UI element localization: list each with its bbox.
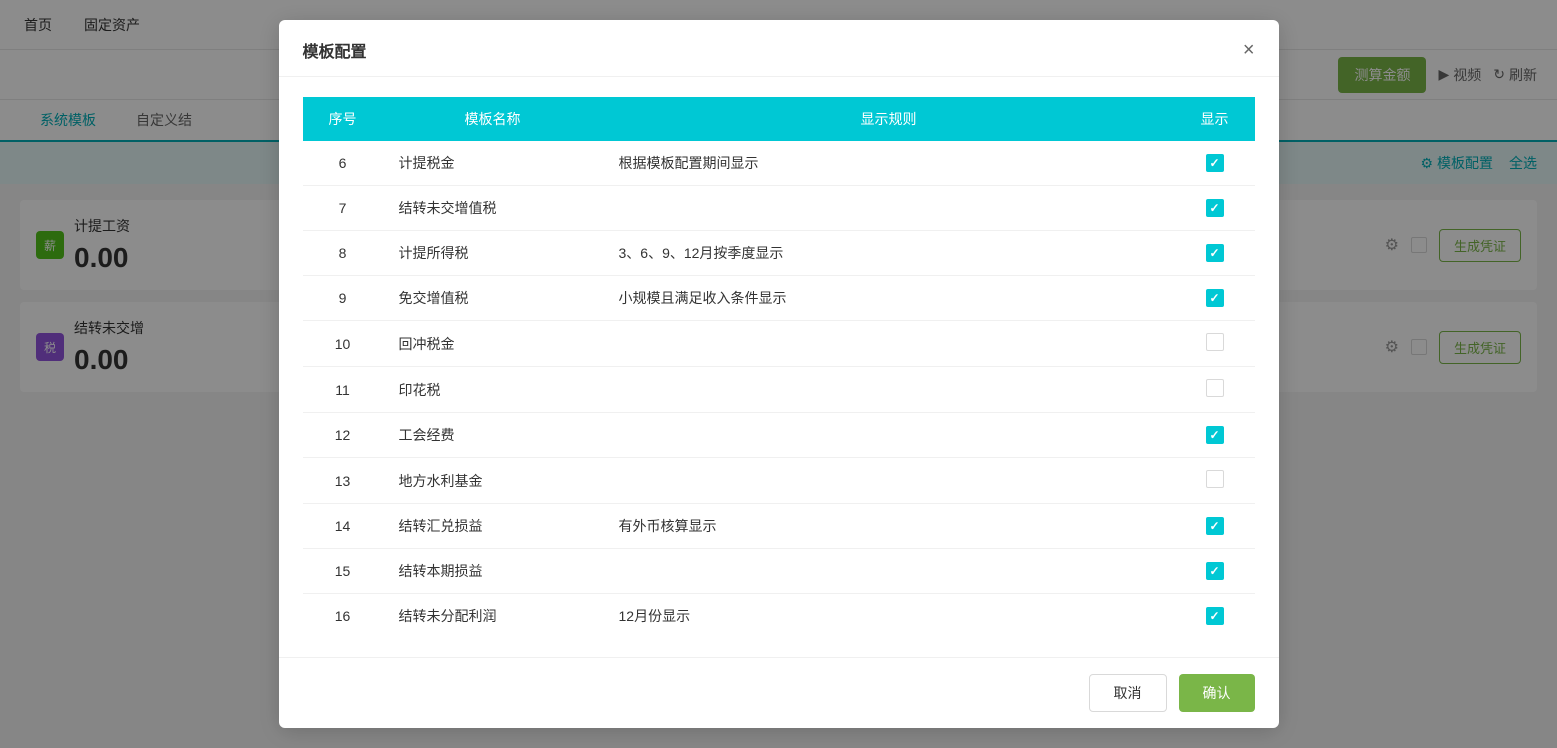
col-name: 模板名称 [383, 97, 603, 141]
table-row: 16结转未分配利润12月份显示 [303, 594, 1255, 639]
modal-overlay: 模板配置 × 序号 模板名称 显示规则 显示 6计提税金根据模板配置期间显示7结… [0, 0, 1557, 748]
cell-rule: 有外币核算显示 [603, 504, 1175, 549]
table-row: 11印花税 [303, 367, 1255, 413]
table-row: 14结转汇兑损益有外币核算显示 [303, 504, 1255, 549]
checkbox-row-10[interactable] [1206, 607, 1224, 625]
checkbox-row-5[interactable] [1206, 379, 1224, 397]
table-row: 9免交增值税小规模且满足收入条件显示 [303, 276, 1255, 321]
checkbox-row-6[interactable] [1206, 426, 1224, 444]
checkbox-row-2[interactable] [1206, 244, 1224, 262]
cell-seq: 16 [303, 594, 383, 639]
cell-rule: 3、6、9、12月按季度显示 [603, 231, 1175, 276]
cancel-button[interactable]: 取消 [1089, 674, 1167, 712]
col-seq: 序号 [303, 97, 383, 141]
modal-body: 序号 模板名称 显示规则 显示 6计提税金根据模板配置期间显示7结转未交增值税8… [279, 77, 1279, 657]
cell-seq: 9 [303, 276, 383, 321]
config-table: 序号 模板名称 显示规则 显示 6计提税金根据模板配置期间显示7结转未交增值税8… [303, 97, 1255, 638]
cell-name: 地方水利基金 [383, 458, 603, 504]
col-display: 显示 [1175, 97, 1255, 141]
cell-rule [603, 549, 1175, 594]
checkbox-row-9[interactable] [1206, 562, 1224, 580]
cell-name: 回冲税金 [383, 321, 603, 367]
cell-checkbox [1175, 367, 1255, 413]
col-rule: 显示规则 [603, 97, 1175, 141]
cell-checkbox [1175, 231, 1255, 276]
cell-rule [603, 413, 1175, 458]
modal-title: 模板配置 [303, 38, 367, 62]
cell-seq: 15 [303, 549, 383, 594]
cell-rule [603, 321, 1175, 367]
cell-seq: 13 [303, 458, 383, 504]
cell-seq: 6 [303, 141, 383, 186]
cell-name: 工会经费 [383, 413, 603, 458]
table-row: 13地方水利基金 [303, 458, 1255, 504]
modal-template-config: 模板配置 × 序号 模板名称 显示规则 显示 6计提税金根据模板配置期间显示7结… [279, 20, 1279, 728]
cell-checkbox [1175, 321, 1255, 367]
checkbox-row-4[interactable] [1206, 333, 1224, 351]
cell-seq: 14 [303, 504, 383, 549]
table-header: 序号 模板名称 显示规则 显示 [303, 97, 1255, 141]
table-row: 10回冲税金 [303, 321, 1255, 367]
cell-rule [603, 186, 1175, 231]
confirm-button[interactable]: 确认 [1179, 674, 1255, 712]
checkbox-row-8[interactable] [1206, 517, 1224, 535]
cell-seq: 8 [303, 231, 383, 276]
cell-checkbox [1175, 186, 1255, 231]
cell-name: 印花税 [383, 367, 603, 413]
cell-rule [603, 367, 1175, 413]
cell-name: 结转未分配利润 [383, 594, 603, 639]
cell-checkbox [1175, 594, 1255, 639]
cell-rule: 小规模且满足收入条件显示 [603, 276, 1175, 321]
cell-name: 结转汇兑损益 [383, 504, 603, 549]
cell-checkbox [1175, 504, 1255, 549]
table-row: 12工会经费 [303, 413, 1255, 458]
cell-checkbox [1175, 458, 1255, 504]
modal-close-button[interactable]: × [1243, 40, 1255, 60]
table-row: 6计提税金根据模板配置期间显示 [303, 141, 1255, 186]
cell-checkbox [1175, 141, 1255, 186]
table-body: 6计提税金根据模板配置期间显示7结转未交增值税8计提所得税3、6、9、12月按季… [303, 141, 1255, 638]
cell-checkbox [1175, 276, 1255, 321]
cell-rule: 12月份显示 [603, 594, 1175, 639]
table-row: 7结转未交增值税 [303, 186, 1255, 231]
checkbox-row-3[interactable] [1206, 289, 1224, 307]
table-row: 8计提所得税3、6、9、12月按季度显示 [303, 231, 1255, 276]
table-row: 15结转本期损益 [303, 549, 1255, 594]
cell-seq: 11 [303, 367, 383, 413]
cell-seq: 12 [303, 413, 383, 458]
modal-header: 模板配置 × [279, 20, 1279, 77]
cell-rule [603, 458, 1175, 504]
cell-seq: 10 [303, 321, 383, 367]
cell-name: 计提所得税 [383, 231, 603, 276]
checkbox-row-0[interactable] [1206, 154, 1224, 172]
cell-seq: 7 [303, 186, 383, 231]
cell-name: 结转未交增值税 [383, 186, 603, 231]
checkbox-row-7[interactable] [1206, 470, 1224, 488]
modal-footer: 取消 确认 [279, 657, 1279, 728]
cell-checkbox [1175, 413, 1255, 458]
checkbox-row-1[interactable] [1206, 199, 1224, 217]
cell-checkbox [1175, 549, 1255, 594]
cell-name: 结转本期损益 [383, 549, 603, 594]
cell-rule: 根据模板配置期间显示 [603, 141, 1175, 186]
cell-name: 免交增值税 [383, 276, 603, 321]
cell-name: 计提税金 [383, 141, 603, 186]
